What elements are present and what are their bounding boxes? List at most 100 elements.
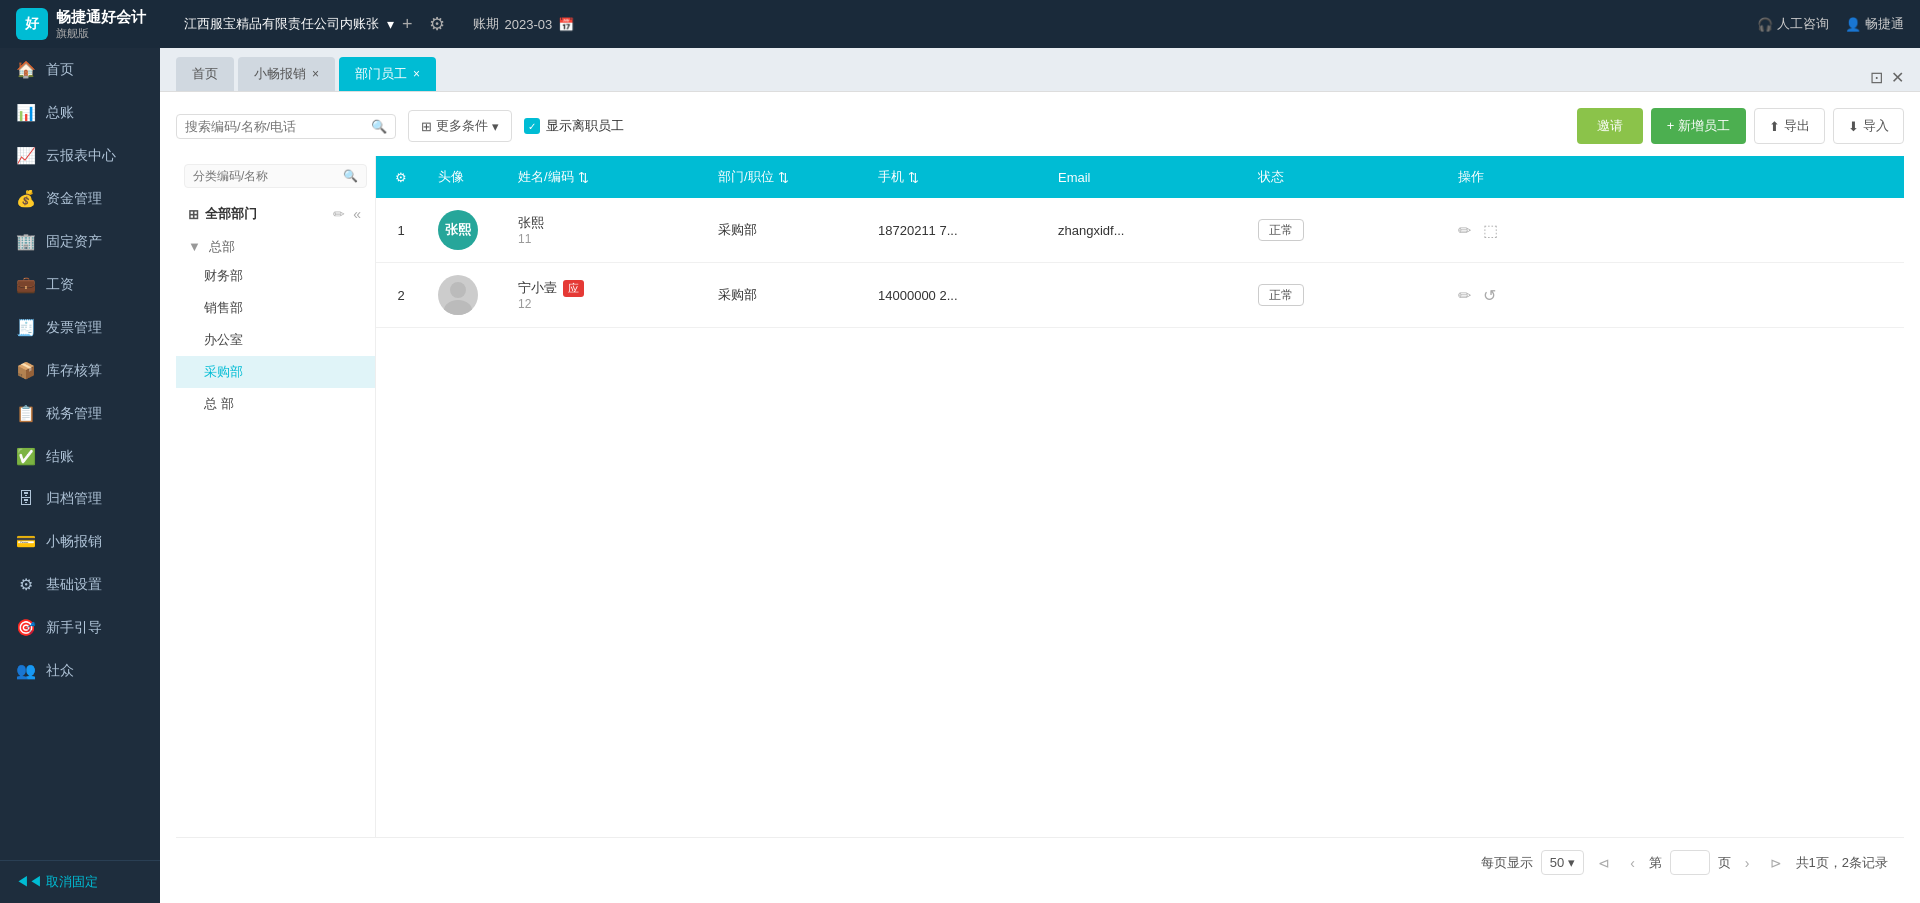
- row2-index: 2: [376, 263, 426, 328]
- dept-child-hq2[interactable]: 总 部: [176, 388, 375, 420]
- dept-tree: 🔍 ⊞ 全部部门 ✏ « ▼ 总部: [176, 156, 376, 837]
- row2-email: [1046, 263, 1246, 328]
- sidebar-item-label: 归档管理: [46, 490, 102, 508]
- sidebar-item-expense[interactable]: 💳 小畅报销: [0, 520, 160, 563]
- resign-checkbox[interactable]: ✓: [524, 118, 540, 134]
- row1-avatar: 张熙: [426, 198, 506, 263]
- add-tab-button[interactable]: +: [394, 14, 421, 35]
- dept-search-box[interactable]: 🔍: [184, 164, 367, 188]
- period-selector[interactable]: 账期 2023-03 📅: [473, 15, 575, 33]
- tab-home[interactable]: 首页: [176, 57, 234, 91]
- sidebar-item-community[interactable]: 👥 社众: [0, 649, 160, 692]
- th-name[interactable]: 姓名/编码 ⇅: [506, 156, 706, 198]
- th-dept[interactable]: 部门/职位 ⇅: [706, 156, 866, 198]
- sidebar-item-label: 结账: [46, 448, 74, 466]
- sidebar-item-archive[interactable]: 🗄 归档管理: [0, 478, 160, 520]
- th-phone[interactable]: 手机 ⇅: [866, 156, 1046, 198]
- page-last-button[interactable]: ⊳: [1764, 851, 1788, 875]
- collapse-arrow-icon: ▼: [188, 239, 201, 254]
- sidebar-item-tax[interactable]: 📋 税务管理: [0, 392, 160, 435]
- th-avatar: 头像: [426, 156, 506, 198]
- row2-delete-icon[interactable]: ↺: [1483, 286, 1496, 305]
- page-size-chevron-icon: ▾: [1568, 855, 1575, 870]
- row2-edit-icon[interactable]: ✏: [1458, 286, 1471, 305]
- archive-icon: 🗄: [16, 490, 36, 508]
- dept-child-office[interactable]: 办公室: [176, 324, 375, 356]
- row1-edit-icon[interactable]: ✏: [1458, 221, 1471, 240]
- filter-button[interactable]: ⊞ 更多条件 ▾: [408, 110, 512, 142]
- dept-search-input[interactable]: [193, 169, 343, 183]
- invite-button[interactable]: 邀请: [1577, 108, 1643, 144]
- tab-employee[interactable]: 部门员工 ×: [339, 57, 436, 91]
- import-button[interactable]: ⬇ 导入: [1833, 108, 1904, 144]
- row1-status-badge: 正常: [1258, 219, 1304, 241]
- tab-restore-button[interactable]: ⊡: [1870, 68, 1883, 87]
- dept-office-label: 办公室: [204, 332, 243, 347]
- dept-child-finance[interactable]: 财务部: [176, 260, 375, 292]
- page-next-button[interactable]: ›: [1739, 851, 1756, 875]
- sidebar-item-label: 基础设置: [46, 576, 102, 594]
- sidebar-item-reports[interactable]: 📈 云报表中心: [0, 134, 160, 177]
- tab-expense[interactable]: 小畅报销 ×: [238, 57, 335, 91]
- sidebar-item-salary[interactable]: 💼 工资: [0, 263, 160, 306]
- sidebar-item-home[interactable]: 🏠 首页: [0, 48, 160, 91]
- row2-status-badge: 正常: [1258, 284, 1304, 306]
- dept-parent-hq: ▼ 总部: [176, 232, 375, 260]
- export-label: 导出: [1784, 117, 1810, 135]
- page-content: 🔍 ⊞ 更多条件 ▾ ✓ 显示离职员工 邀请 + 新增员工 ⬆ 导出: [160, 92, 1920, 903]
- split-layout: 🔍 ⊞ 全部部门 ✏ « ▼ 总部: [176, 156, 1904, 837]
- export-button[interactable]: ⬆ 导出: [1754, 108, 1825, 144]
- show-resign-toggle[interactable]: ✓ 显示离职员工: [524, 117, 624, 135]
- row1-exit-icon[interactable]: ⬚: [1483, 221, 1498, 240]
- page-input[interactable]: 1: [1670, 850, 1710, 875]
- search-icon: 🔍: [371, 119, 387, 134]
- sidebar-item-inventory[interactable]: 📦 库存核算: [0, 349, 160, 392]
- company-name: 江西服宝精品有限责任公司内账张: [184, 15, 379, 33]
- search-input[interactable]: [185, 119, 365, 134]
- add-employee-button[interactable]: + 新增员工: [1651, 108, 1746, 144]
- row1-code: 11: [518, 232, 694, 246]
- sidebar-item-assets[interactable]: 🏢 固定资产: [0, 220, 160, 263]
- sidebar-item-label: 资金管理: [46, 190, 102, 208]
- all-dept-header[interactable]: ⊞ 全部部门 ✏ «: [176, 196, 375, 232]
- tab-close-all-button[interactable]: ✕: [1891, 68, 1904, 87]
- filter-icon: ⊞: [421, 119, 432, 134]
- settings-button[interactable]: ⚙: [421, 13, 453, 35]
- row2-phone: 14000000 2...: [866, 263, 1046, 328]
- tab-employee-close[interactable]: ×: [413, 67, 420, 81]
- sidebar-item-settings[interactable]: ⚙ 基础设置: [0, 563, 160, 606]
- company-dropdown-icon[interactable]: ▾: [387, 16, 394, 32]
- gear-icon: ⚙: [16, 575, 36, 594]
- company-selector[interactable]: 江西服宝精品有限责任公司内账张 ▾: [184, 15, 394, 33]
- dept-child-purchase[interactable]: 采购部: [176, 356, 375, 388]
- tab-bar: 首页 小畅报销 × 部门员工 × ⊡ ✕: [160, 48, 1920, 92]
- toolbar-right: 邀请 + 新增员工 ⬆ 导出 ⬇ 导入: [1577, 108, 1904, 144]
- import-icon: ⬇: [1848, 119, 1859, 134]
- sidebar-item-invoice[interactable]: 🧾 发票管理: [0, 306, 160, 349]
- page-prev-button[interactable]: ‹: [1624, 851, 1641, 875]
- tab-home-label: 首页: [192, 65, 218, 83]
- sidebar-unpin-button[interactable]: ◀◀ 取消固定: [0, 860, 160, 903]
- tab-expense-close[interactable]: ×: [312, 67, 319, 81]
- page-size-select[interactable]: 50 ▾: [1541, 850, 1584, 875]
- th-settings[interactable]: ⚙: [376, 156, 426, 198]
- row2-code: 12: [518, 297, 694, 311]
- user-account-button[interactable]: 👤 畅捷通: [1845, 15, 1904, 33]
- building-icon: 🏢: [16, 232, 36, 251]
- sort-icon-phone: ⇅: [908, 170, 919, 185]
- sidebar-item-guide[interactable]: 🎯 新手引导: [0, 606, 160, 649]
- dept-edit-button[interactable]: ✏: [331, 204, 347, 224]
- sidebar-item-close[interactable]: ✅ 结账: [0, 435, 160, 478]
- ledger-icon: 📊: [16, 103, 36, 122]
- calendar-icon[interactable]: 📅: [558, 17, 574, 32]
- sidebar-item-label: 发票管理: [46, 319, 102, 337]
- sidebar-item-funds[interactable]: 💰 资金管理: [0, 177, 160, 220]
- dept-collapse-button[interactable]: «: [351, 204, 363, 224]
- page-first-button[interactable]: ⊲: [1592, 851, 1616, 875]
- human-service-button[interactable]: 🎧 人工咨询: [1757, 15, 1829, 33]
- row2-avatar: [426, 263, 506, 328]
- sidebar-item-ledger[interactable]: 📊 总账: [0, 91, 160, 134]
- dept-child-sales[interactable]: 销售部: [176, 292, 375, 324]
- search-box[interactable]: 🔍: [176, 114, 396, 139]
- export-icon: ⬆: [1769, 119, 1780, 134]
